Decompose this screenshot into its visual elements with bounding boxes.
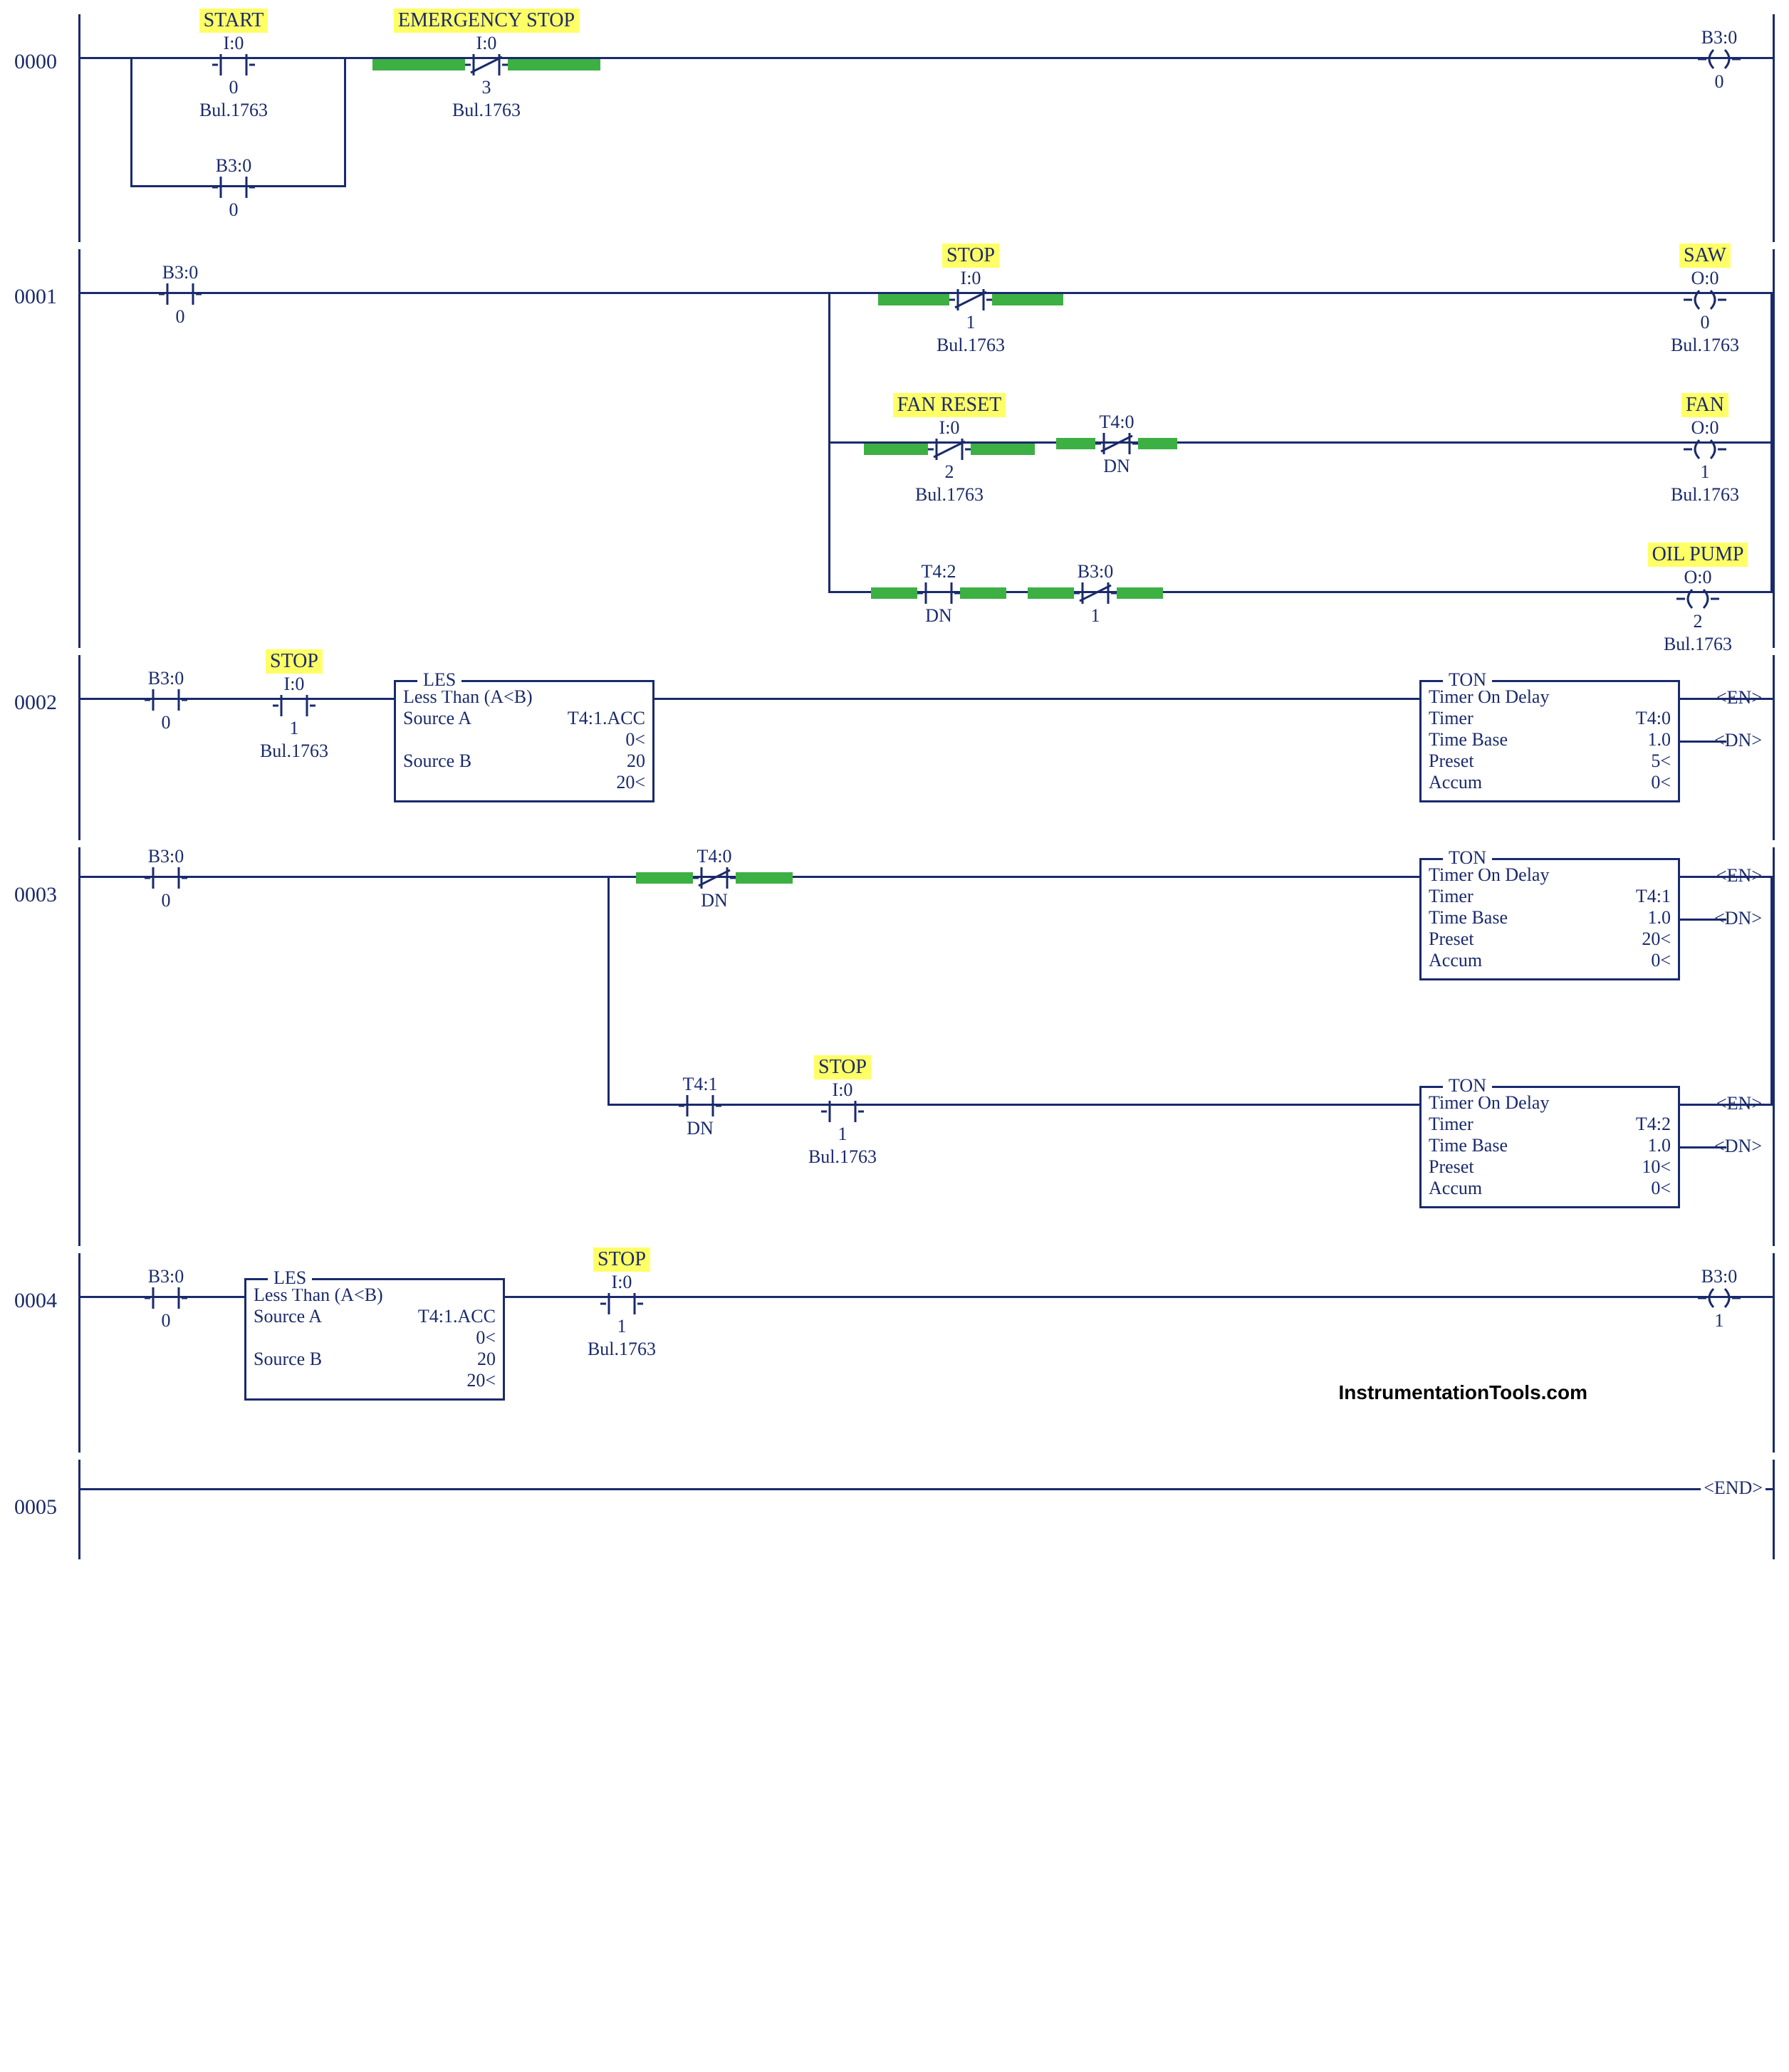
estop-label: EMERGENCY STOP xyxy=(394,9,579,33)
b30-1-contact: B3:0 1 xyxy=(1028,561,1163,627)
rung-number: 0003 xyxy=(14,847,78,907)
rung-number: 0000 xyxy=(14,14,78,74)
dn-node: <DN> xyxy=(1714,908,1762,929)
b30-0-contact: B3:0 0 xyxy=(123,846,209,911)
les-block: LES Less Than (A<B) Source AT4:1.ACC 0< … xyxy=(394,680,654,802)
fanreset-contact: FAN RESET I:0 2 Bul.1763 xyxy=(864,393,1035,506)
les-block: LES Less Than (A<B) Source AT4:1.ACC 0< … xyxy=(244,1278,505,1401)
output-coil-b30-1: B3:0 1 xyxy=(1673,1266,1765,1331)
dn-node: <DN> xyxy=(1714,730,1762,751)
saw-coil: SAW O:0 0 Bul.1763 xyxy=(1644,244,1765,356)
seal-contact: B3:0 0 xyxy=(184,155,283,221)
t40-dn-contact: T4:0 DN xyxy=(636,846,793,911)
ladder-diagram: 0000 START I:0 0 Bul.1763 B3:0 0 EMERGEN… xyxy=(14,14,1775,1559)
estop-contact: EMERGENCY STOP I:0 3 Bul.1763 xyxy=(372,9,600,121)
rung-0003: 0003 B3:0 0 T4:0 DN TON Timer On Delay T… xyxy=(14,847,1775,1246)
b30-0-contact: B3:0 0 xyxy=(130,262,230,328)
rung-0002: 0002 B3:0 0 STOP I:0 1 Bul.1763 LES Less… xyxy=(14,655,1775,840)
rung-0000: 0000 START I:0 0 Bul.1763 B3:0 0 EMERGEN… xyxy=(14,14,1775,242)
en-node: <EN> xyxy=(1716,865,1762,886)
b30-0-contact: B3:0 0 xyxy=(123,668,209,733)
ton-t40-block: TON Timer On Delay TimerT4:0 Time Base1.… xyxy=(1419,680,1680,802)
rung-number: 0002 xyxy=(14,655,78,715)
stop-contact: STOP I:0 1 Bul.1763 xyxy=(878,244,1063,356)
t41-dn-contact: T4:1 DN xyxy=(650,1074,750,1139)
rung-number: 0004 xyxy=(14,1253,78,1313)
fan-coil: FAN O:0 1 Bul.1763 xyxy=(1644,393,1765,506)
b30-0-contact: B3:0 0 xyxy=(123,1266,209,1331)
oilpump-coil: OIL PUMP O:0 2 Bul.1763 xyxy=(1630,543,1765,655)
start-label: START xyxy=(199,9,268,33)
rung-0004: 0004 B3:0 0 LES Less Than (A<B) Source A… xyxy=(14,1253,1775,1453)
en-node: <EN> xyxy=(1716,687,1762,708)
en-node: <EN> xyxy=(1716,1093,1762,1114)
stop-contact: STOP I:0 1 Bul.1763 xyxy=(565,1247,679,1360)
stop-contact: STOP I:0 1 Bul.1763 xyxy=(786,1055,899,1168)
credit-text: InstrumentationTools.com xyxy=(1339,1381,1588,1404)
dn-node: <DN> xyxy=(1714,1136,1762,1157)
rung-0001: 0001 B3:0 0 STOP I:0 1 Bul.1763 SAW xyxy=(14,249,1775,648)
rung-number: 0005 xyxy=(14,1460,78,1519)
ton-t41-block: TON Timer On Delay TimerT4:1 Time Base1.… xyxy=(1419,858,1680,980)
end-node: <END> xyxy=(1701,1477,1765,1499)
start-contact: START I:0 0 Bul.1763 xyxy=(173,9,294,121)
t40-dn-contact: T4:0 DN xyxy=(1056,412,1177,477)
rung-number: 0001 xyxy=(14,249,78,309)
t42-dn-contact: T4:2 DN xyxy=(871,561,1006,627)
rung-0005: 0005 <END> xyxy=(14,1460,1775,1559)
stop-contact: STOP I:0 1 Bul.1763 xyxy=(237,649,351,762)
output-coil-b30-0: B3:0 0 xyxy=(1673,27,1765,93)
ton-t42-block: TON Timer On Delay TimerT4:2 Time Base1.… xyxy=(1419,1086,1680,1208)
